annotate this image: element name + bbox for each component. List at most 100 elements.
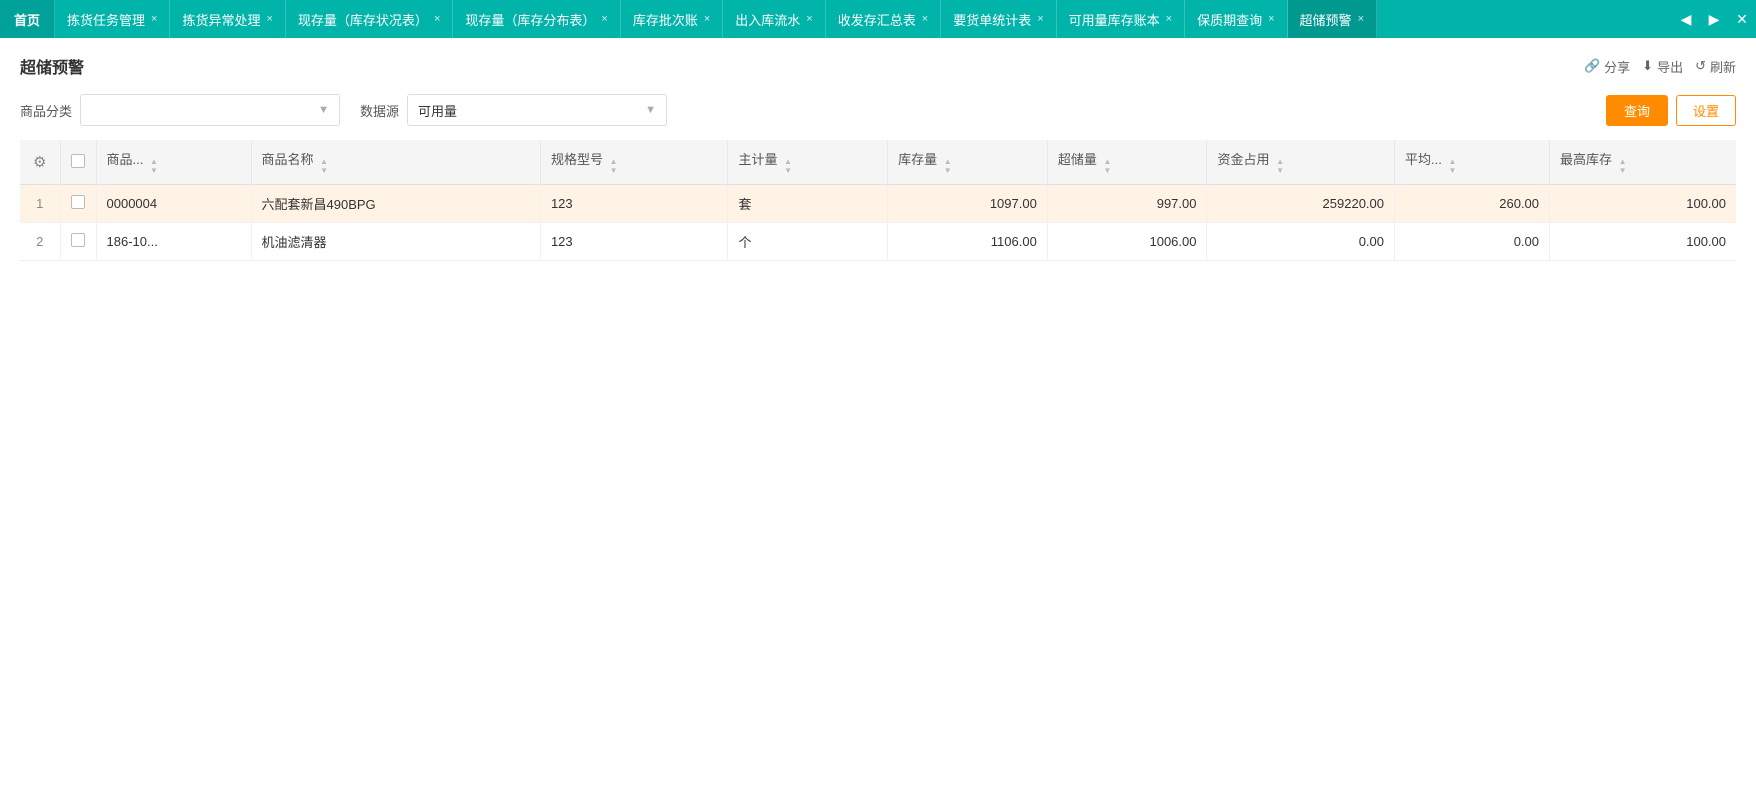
category-label: 商品分类 (20, 101, 72, 120)
data-table: ⚙ 商品... ▲▼ 商品名称 ▲▼ 规格型号 ▲▼ (20, 140, 1736, 261)
header-actions: 🔗 分享 ⬇ 导出 ↺ 刷新 (1584, 57, 1736, 76)
col-spec-sort[interactable]: ▲▼ (610, 158, 618, 175)
refresh-label: 刷新 (1710, 57, 1736, 76)
table-body: 1 0000004 六配套新昌490BPG 123 套 1097.00 997.… (20, 185, 1736, 261)
col-max-label: 最高库存 (1560, 152, 1612, 167)
tab-7-close[interactable]: × (922, 13, 928, 25)
row-2-code: 186-10... (96, 223, 251, 261)
table-row: 2 186-10... 机油滤清器 123 个 1106.00 1006.00 … (20, 223, 1736, 261)
col-spec-label: 规格型号 (551, 152, 603, 167)
col-header-name: 商品名称 ▲▼ (251, 140, 540, 185)
export-button[interactable]: ⬇ 导出 (1642, 57, 1683, 76)
col-header-stock: 库存量 ▲▼ (888, 140, 1048, 185)
tab-2-close[interactable]: × (266, 13, 272, 25)
col-avg-label: 平均... (1405, 152, 1442, 167)
query-button[interactable]: 查询 (1606, 95, 1668, 126)
tab-10-close[interactable]: × (1268, 13, 1274, 25)
col-header-checkbox (60, 140, 96, 185)
col-header-unit: 主计量 ▲▼ (728, 140, 888, 185)
nav-arrow-right[interactable]: ▶ (1700, 0, 1728, 38)
col-header-gear: ⚙ (20, 140, 60, 185)
export-icon: ⬇ (1642, 58, 1653, 74)
tab-4-close[interactable]: × (601, 13, 607, 25)
col-stock-label: 库存量 (898, 152, 937, 167)
tab-10[interactable]: 保质期查询 × (1185, 0, 1287, 38)
row-1-avg: 260.00 (1395, 185, 1550, 223)
tab-5[interactable]: 库存批次账 × (621, 0, 723, 38)
tab-4[interactable]: 现存量（库存分布表） × (453, 0, 620, 38)
top-navigation: 首页 拣货任务管理 × 拣货异常处理 × 现存量（库存状况表） × 现存量（库存… (0, 0, 1756, 38)
row-1-checkbox[interactable] (71, 195, 85, 209)
tab-5-label: 库存批次账 (633, 10, 698, 29)
tab-5-close[interactable]: × (704, 13, 710, 25)
row-1-code: 0000004 (96, 185, 251, 223)
col-header-max: 最高库存 ▲▼ (1550, 140, 1736, 185)
col-name-label: 商品名称 (262, 152, 314, 167)
row-1-unit: 套 (728, 185, 888, 223)
datasource-select[interactable]: 可用量 ▼ (407, 94, 667, 126)
tab-6-label: 出入库流水 (735, 10, 800, 29)
col-stock-sort[interactable]: ▲▼ (944, 158, 952, 175)
table-header-row: ⚙ 商品... ▲▼ 商品名称 ▲▼ 规格型号 ▲▼ (20, 140, 1736, 185)
row-2-checkbox[interactable] (71, 233, 85, 247)
col-avg-sort[interactable]: ▲▼ (1448, 158, 1456, 175)
col-max-sort[interactable]: ▲▼ (1619, 158, 1627, 175)
filter-area: 商品分类 ▼ 数据源 可用量 ▼ 查询 设置 (20, 94, 1736, 126)
col-overstock-sort[interactable]: ▲▼ (1103, 158, 1111, 175)
row-2-name: 机油滤清器 (251, 223, 540, 261)
table-row: 1 0000004 六配套新昌490BPG 123 套 1097.00 997.… (20, 185, 1736, 223)
share-button[interactable]: 🔗 分享 (1584, 57, 1630, 76)
datasource-filter-group: 数据源 可用量 ▼ (360, 94, 667, 126)
tab-9-label: 可用量库存账本 (1069, 10, 1160, 29)
col-header-capital: 资金占用 ▲▼ (1207, 140, 1395, 185)
table-header: ⚙ 商品... ▲▼ 商品名称 ▲▼ 规格型号 ▲▼ (20, 140, 1736, 185)
col-header-overstock: 超储量 ▲▼ (1047, 140, 1207, 185)
row-2-index: 2 (20, 223, 60, 261)
tab-9[interactable]: 可用量库存账本 × (1057, 0, 1185, 38)
tab-2-label: 拣货异常处理 (182, 10, 260, 29)
settings-button[interactable]: 设置 (1676, 95, 1736, 126)
row-1-capital: 259220.00 (1207, 185, 1395, 223)
col-capital-sort[interactable]: ▲▼ (1276, 158, 1284, 175)
col-name-sort[interactable]: ▲▼ (320, 158, 328, 175)
tab-3-close[interactable]: × (434, 13, 440, 25)
row-2-avg: 0.00 (1395, 223, 1550, 261)
tab-4-label: 现存量（库存分布表） (465, 10, 595, 29)
col-header-code: 商品... ▲▼ (96, 140, 251, 185)
row-1-spec: 123 (540, 185, 728, 223)
tab-6[interactable]: 出入库流水 × (723, 0, 825, 38)
share-icon: 🔗 (1584, 58, 1600, 74)
row-1-max: 100.00 (1550, 185, 1736, 223)
tab-8-close[interactable]: × (1037, 13, 1043, 25)
category-select[interactable]: ▼ (80, 94, 340, 126)
tab-1-close[interactable]: × (151, 13, 157, 25)
tab-11[interactable]: 超储预警 × (1288, 0, 1377, 38)
tab-7-label: 收发存汇总表 (838, 10, 916, 29)
page-header: 超储预警 🔗 分享 ⬇ 导出 ↺ 刷新 (20, 54, 1736, 78)
tab-6-close[interactable]: × (806, 13, 812, 25)
tab-10-label: 保质期查询 (1197, 10, 1262, 29)
nav-arrow-close[interactable]: ✕ (1728, 0, 1756, 38)
settings-gear-icon[interactable]: ⚙ (33, 154, 46, 171)
col-header-avg: 平均... ▲▼ (1395, 140, 1550, 185)
nav-home[interactable]: 首页 (0, 0, 55, 38)
tab-11-close[interactable]: × (1358, 13, 1364, 25)
tab-7[interactable]: 收发存汇总表 × (826, 0, 941, 38)
col-overstock-label: 超储量 (1058, 152, 1097, 167)
tab-9-close[interactable]: × (1166, 13, 1172, 25)
page-container: 超储预警 🔗 分享 ⬇ 导出 ↺ 刷新 商品分类 ▼ 数据源 (0, 38, 1756, 277)
refresh-button[interactable]: ↺ 刷新 (1695, 57, 1736, 76)
row-1-stock: 1097.00 (888, 185, 1048, 223)
tab-1-label: 拣货任务管理 (67, 10, 145, 29)
col-unit-sort[interactable]: ▲▼ (784, 158, 792, 175)
header-checkbox[interactable] (71, 154, 85, 168)
tab-2[interactable]: 拣货异常处理 × (170, 0, 285, 38)
col-code-sort[interactable]: ▲▼ (150, 158, 158, 175)
page-title: 超储预警 (20, 54, 84, 78)
tab-1[interactable]: 拣货任务管理 × (55, 0, 170, 38)
nav-arrow-left[interactable]: ◀ (1672, 0, 1700, 38)
category-arrow-icon: ▼ (318, 104, 329, 116)
tab-3[interactable]: 现存量（库存状况表） × (286, 0, 453, 38)
tab-8[interactable]: 要货单统计表 × (941, 0, 1056, 38)
col-header-spec: 规格型号 ▲▼ (540, 140, 728, 185)
